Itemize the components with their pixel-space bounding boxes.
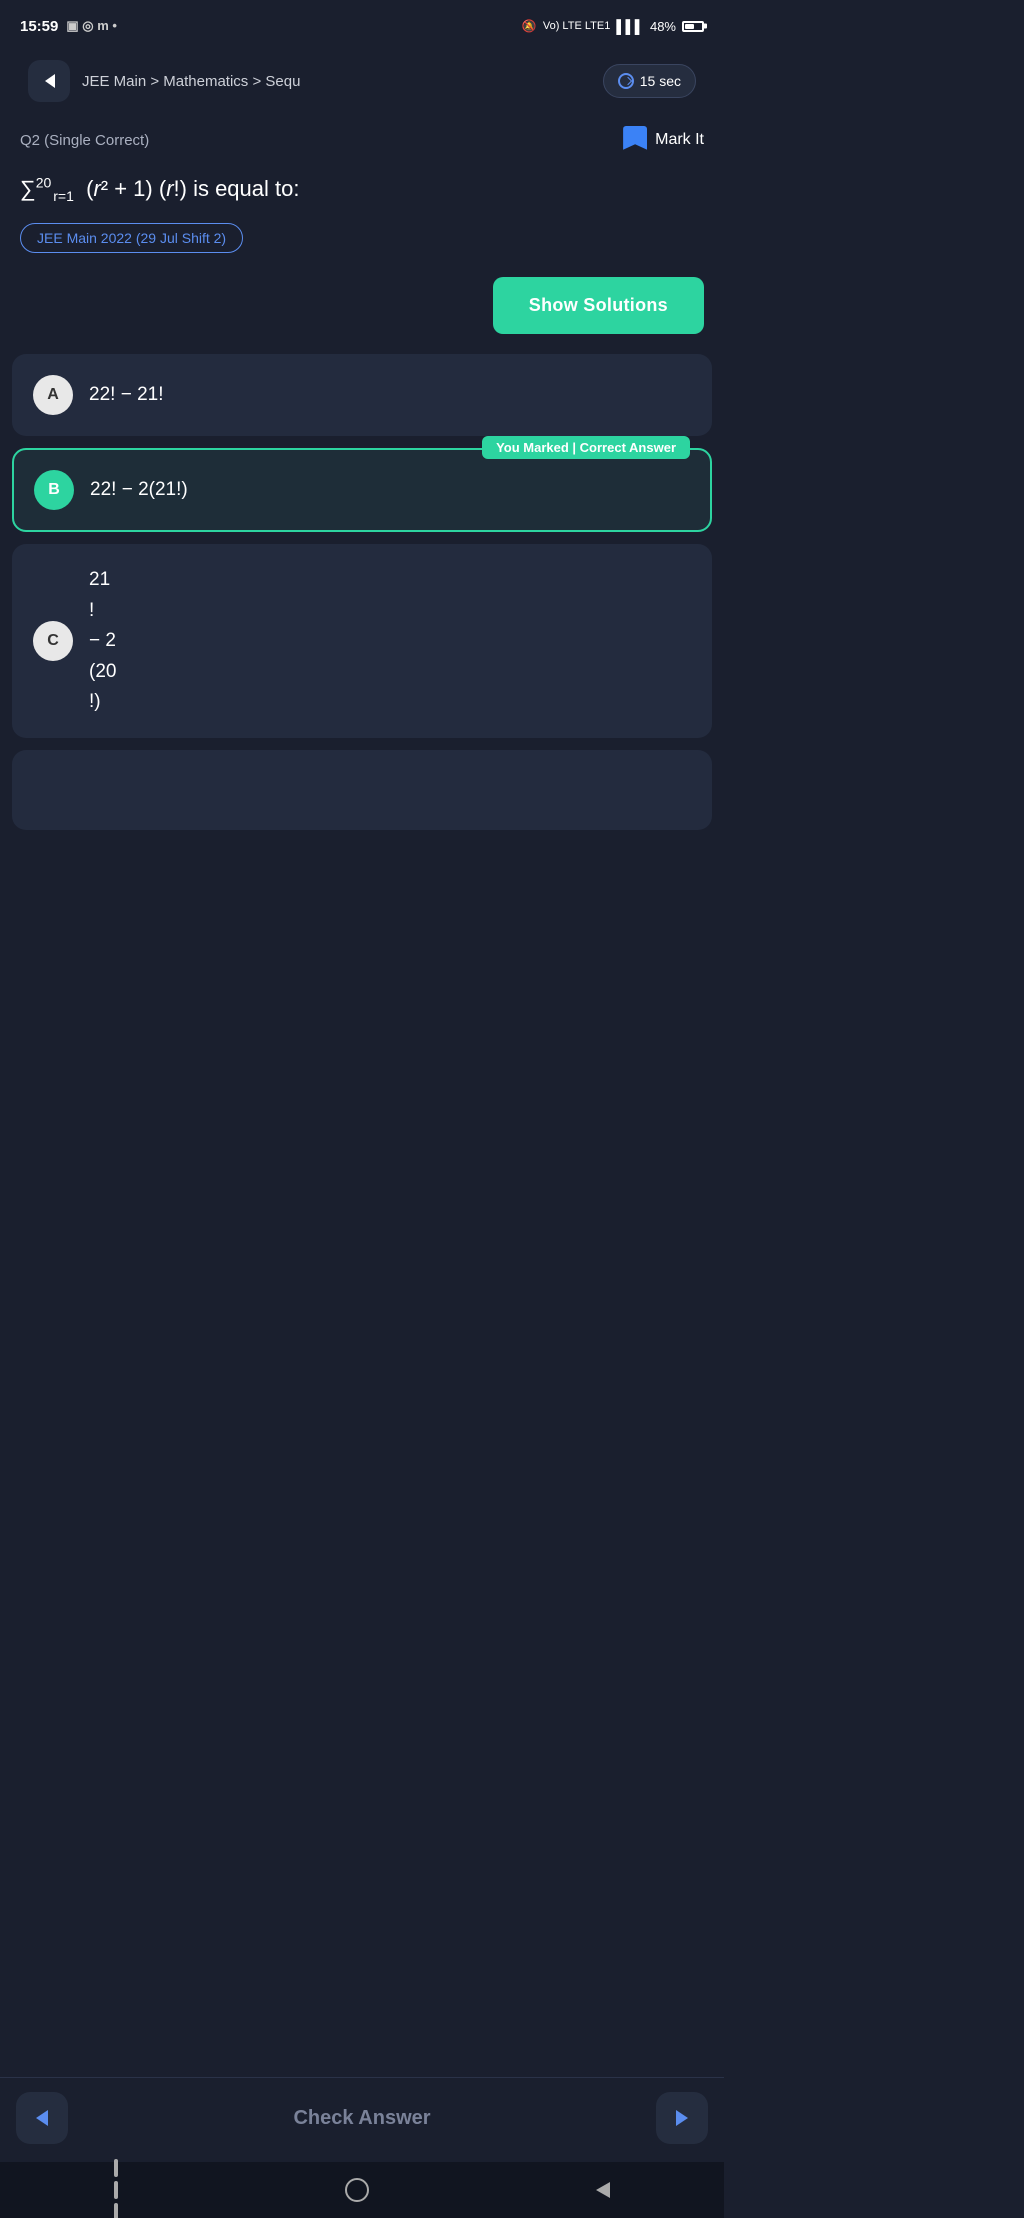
mark-it-button[interactable]: Mark It: [623, 126, 704, 154]
breadcrumb: JEE Main > Mathematics > Sequ: [70, 73, 603, 90]
header-nav: JEE Main > Mathematics > Sequ 15 sec: [12, 50, 712, 112]
back-chevron-icon-android: [596, 2182, 610, 2198]
option-a-card[interactable]: A 22! − 21!: [12, 354, 712, 436]
exam-tag-row: JEE Main 2022 (29 Jul Shift 2): [0, 223, 724, 273]
next-question-button[interactable]: [656, 2092, 708, 2144]
option-a-badge: A: [33, 375, 73, 415]
next-arrow-icon: [676, 2110, 688, 2126]
prev-question-button[interactable]: [16, 2092, 68, 2144]
correct-answer-label: You Marked | Correct Answer: [482, 436, 690, 459]
question-math: ∑20r=1 (r² + 1) (r!) is equal to:: [20, 176, 299, 201]
exam-tag: JEE Main 2022 (29 Jul Shift 2): [20, 223, 243, 253]
android-nav-bar: [0, 2162, 724, 2218]
question-type-label: Q2 (Single Correct): [20, 132, 149, 149]
status-right-icons: 🔕 Vo) LTE LTE1 ▌▌▌ 48%: [522, 19, 704, 34]
option-d-card[interactable]: [12, 750, 712, 830]
bottom-navigation: Check Answer: [0, 2077, 724, 2158]
option-c-card[interactable]: C 21!− 2(20!): [12, 544, 712, 738]
android-menu-button[interactable]: [114, 2159, 118, 2218]
prev-arrow-icon: [36, 2110, 48, 2126]
back-button[interactable]: [28, 60, 70, 102]
timer-label: 15 sec: [640, 73, 681, 89]
show-solutions-button[interactable]: Show Solutions: [493, 277, 704, 334]
time-display: 15:59: [20, 18, 58, 35]
mute-icon: 🔕: [522, 19, 537, 33]
option-b-card[interactable]: You Marked | Correct Answer B 22! − 2(21…: [12, 448, 712, 532]
option-b-badge: B: [34, 470, 74, 510]
option-c-badge: C: [33, 621, 73, 661]
status-time: 15:59 ▣ ◎ m •: [20, 18, 117, 35]
timer-button[interactable]: 15 sec: [603, 64, 696, 98]
question-body: ∑20r=1 (r² + 1) (r!) is equal to:: [0, 162, 724, 223]
mark-it-label: Mark It: [655, 131, 704, 149]
solutions-row: Show Solutions: [0, 273, 724, 354]
android-back-button[interactable]: [596, 2182, 610, 2198]
status-bar: 15:59 ▣ ◎ m • 🔕 Vo) LTE LTE1 ▌▌▌ 48%: [0, 0, 724, 50]
menu-lines-icon: [114, 2159, 118, 2218]
battery-icon: [682, 21, 704, 32]
option-a-text: 22! − 21!: [89, 384, 163, 406]
signal-bars: ▌▌▌: [616, 19, 644, 34]
android-home-button[interactable]: [345, 2178, 369, 2202]
battery-label: 48%: [650, 19, 676, 34]
bookmark-icon: [623, 126, 647, 154]
network-label: Vo) LTE LTE1: [543, 20, 610, 32]
home-circle-icon: [345, 2178, 369, 2202]
option-b-text: 22! − 2(21!): [90, 479, 188, 501]
check-answer-label: Check Answer: [293, 2107, 430, 2130]
option-c-text: 21!− 2(20!): [89, 565, 116, 717]
timer-icon: [618, 73, 634, 89]
question-header: Q2 (Single Correct) Mark It: [0, 112, 724, 162]
status-icons: ▣ ◎ m •: [66, 18, 117, 34]
back-chevron-icon: [45, 74, 55, 88]
options-container: A 22! − 21! You Marked | Correct Answer …: [0, 354, 724, 830]
